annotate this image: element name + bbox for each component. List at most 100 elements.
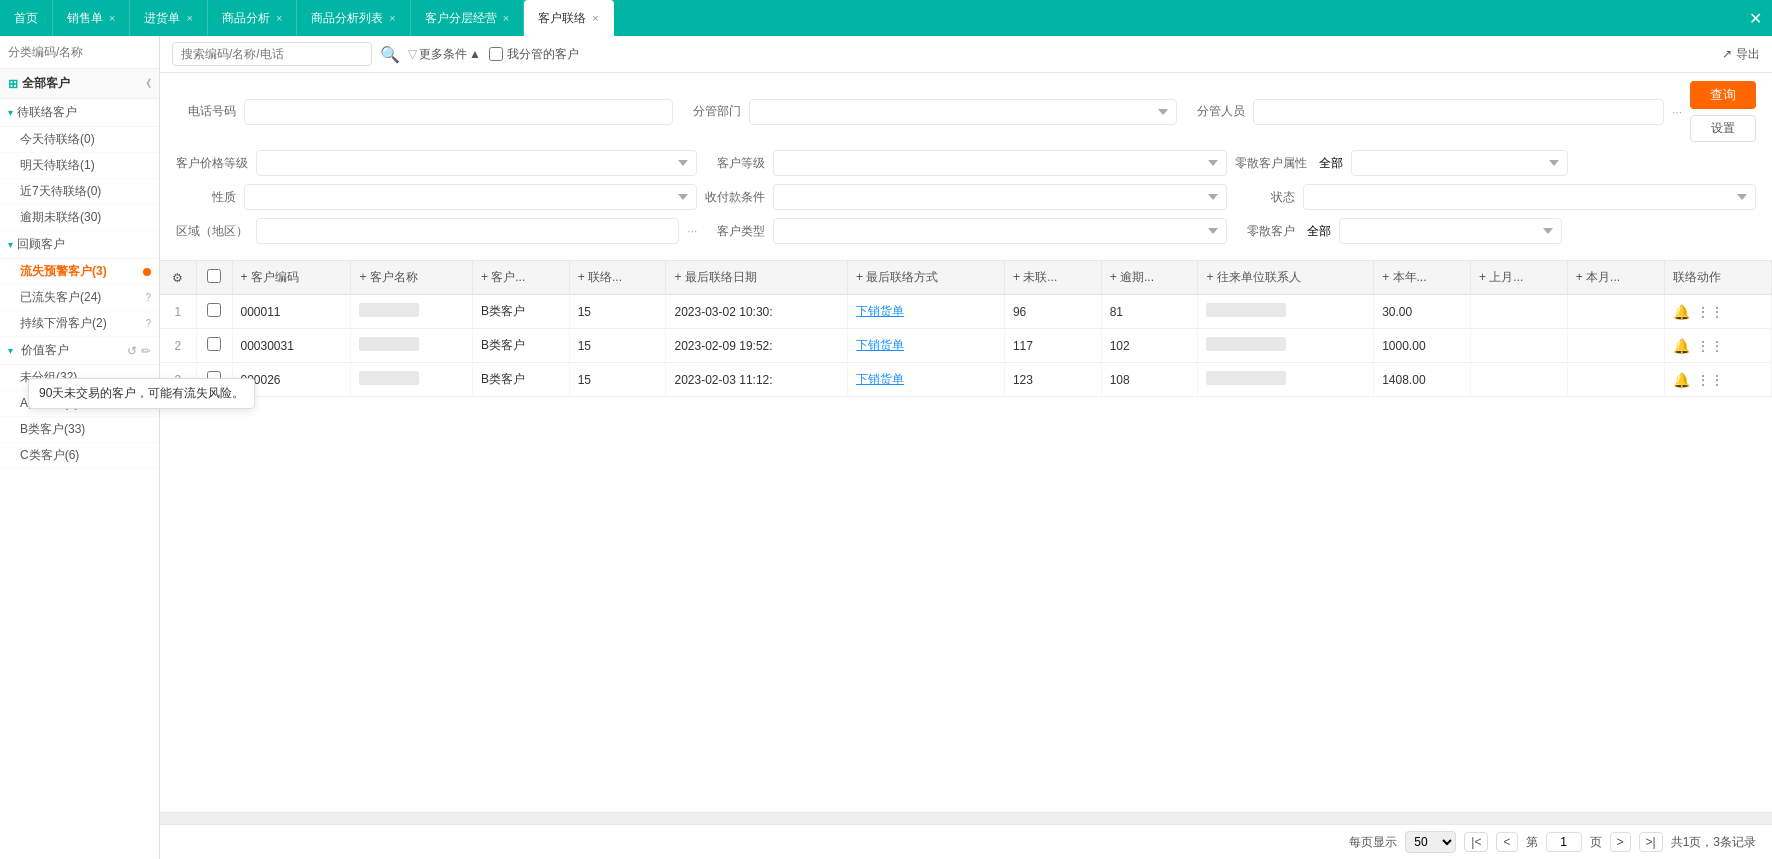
sidebar-item-overdue[interactable]: 逾期未联络(30) (0, 205, 159, 231)
more-action-icon[interactable]: ⋮⋮ (1696, 304, 1724, 320)
contact-action-icon[interactable]: 🔔 (1673, 338, 1690, 354)
search-button[interactable]: 🔍 (380, 45, 400, 64)
group-review-customers[interactable]: ▾ 回顾客户 (0, 231, 159, 259)
more-action-icon[interactable]: ⋮⋮ (1696, 338, 1724, 354)
prev-page-button[interactable]: < (1496, 832, 1517, 852)
col-last-date: + 最后联络日期 (666, 261, 848, 295)
cell-last-month (1470, 329, 1567, 363)
col-no-contact: + 未联... (1004, 261, 1101, 295)
row-checkbox[interactable] (207, 303, 221, 317)
all-customers-header[interactable]: ⊞ 全部客户 《 (0, 69, 159, 99)
price-grade-field: 客户价格等级 (176, 150, 697, 176)
customer-grade-select[interactable] (773, 150, 1226, 176)
tab-customer-tier-close[interactable]: × (503, 12, 509, 24)
contact-action-icon[interactable]: 🔔 (1673, 372, 1690, 388)
export-icon: ↗ (1722, 47, 1732, 61)
cell-name (351, 329, 473, 363)
sidebar-item-declining[interactable]: 持续下滑客户(2) ? (0, 311, 159, 337)
filter-toolbar: 🔍 ▽ 更多条件 ▲ 我分管的客户 ↗ 导出 (160, 36, 1772, 73)
scrollbar-inner (160, 813, 1772, 821)
tab-sales-close[interactable]: × (109, 12, 115, 24)
arrow-down-icon3: ▾ (8, 345, 13, 356)
tab-customer-contact[interactable]: 客户联络 × (524, 0, 613, 36)
cell-current-month (1567, 329, 1664, 363)
manager-dots[interactable]: ··· (1672, 105, 1682, 119)
cell-current-year: 30.00 (1374, 295, 1471, 329)
manager-label: 分管人员 (1185, 103, 1245, 120)
group-pending-contact[interactable]: ▾ 待联络客户 (0, 99, 159, 127)
dept-select[interactable] (749, 99, 1178, 125)
cell-last-method[interactable]: 下销货单 (848, 363, 1005, 397)
tab-customer-contact-close[interactable]: × (592, 12, 598, 24)
tab-home[interactable]: 首页 (0, 0, 53, 36)
tab-customer-tier[interactable]: 客户分层经营 × (411, 0, 524, 36)
tab-sales[interactable]: 销售单 × (53, 0, 130, 36)
cell-checkbox[interactable] (196, 295, 232, 329)
gender-select[interactable] (244, 184, 697, 210)
tab-purchase[interactable]: 进货单 × (130, 0, 207, 36)
edit-icon[interactable]: ✏ (141, 344, 151, 358)
price-grade-select[interactable] (256, 150, 697, 176)
tab-goods-analysis-list[interactable]: 商品分析列表 × (297, 0, 410, 36)
active-dot (143, 268, 151, 276)
sidebar-item-class-b[interactable]: B类客户(33) (0, 417, 159, 443)
contact-action-icon[interactable]: 🔔 (1673, 304, 1690, 320)
cell-last-date: 2023-02-09 19:52: (666, 329, 848, 363)
select-all-checkbox[interactable] (207, 269, 221, 283)
next-page-button[interactable]: > (1610, 832, 1631, 852)
sidebar-item-tomorrow[interactable]: 明天待联络(1) (0, 153, 159, 179)
retail-attr-select[interactable] (1351, 150, 1569, 176)
row-checkbox[interactable] (207, 337, 221, 351)
status-select[interactable] (1303, 184, 1756, 210)
col-checkbox[interactable] (196, 261, 232, 295)
search-input[interactable] (172, 42, 372, 66)
first-page-button[interactable]: |< (1464, 832, 1488, 852)
region-input[interactable] (256, 218, 679, 244)
col-name: + 客户名称 (351, 261, 473, 295)
horizontal-scrollbar[interactable] (160, 812, 1772, 824)
my-customers-checkbox-label[interactable]: 我分管的客户 (489, 46, 579, 63)
sidebar-item-churn-warning[interactable]: 流失预警客户(3) (0, 259, 159, 285)
cell-action: 🔔 ⋮⋮ (1664, 295, 1771, 329)
price-grade-label: 客户价格等级 (176, 155, 248, 172)
last-page-button[interactable]: >| (1639, 832, 1663, 852)
sidebar-item-today[interactable]: 今天待联络(0) (0, 127, 159, 153)
tab-goods-analysis[interactable]: 商品分析 × (208, 0, 297, 36)
payment-select[interactable] (773, 184, 1226, 210)
cell-action: 🔔 ⋮⋮ (1664, 329, 1771, 363)
group-value-customers[interactable]: ▾ 价值客户 ↺ ✏ (0, 337, 159, 365)
sidebar-item-class-c[interactable]: C类客户(6) (0, 443, 159, 469)
sidebar-search-input[interactable] (8, 45, 158, 59)
region-dots[interactable]: ··· (687, 224, 697, 238)
cell-last-method[interactable]: 下销货单 (848, 295, 1005, 329)
retail-customer-select[interactable] (1339, 218, 1563, 244)
cell-checkbox[interactable] (196, 329, 232, 363)
manager-input[interactable] (1253, 99, 1664, 125)
cell-last-method[interactable]: 下销货单 (848, 329, 1005, 363)
region-field: 区域（地区） ··· (176, 218, 697, 244)
col-settings[interactable]: ⚙ (160, 261, 196, 295)
customer-type-select[interactable] (773, 218, 1226, 244)
per-page-label: 每页显示 (1349, 834, 1397, 851)
query-button[interactable]: 查询 (1690, 81, 1756, 109)
cell-current-year: 1000.00 (1374, 329, 1471, 363)
filter-row-2: 客户价格等级 客户等级 零散客户属性 全部 (176, 150, 1756, 176)
tab-purchase-close[interactable]: × (186, 12, 192, 24)
tab-goods-list-close[interactable]: × (389, 12, 395, 24)
more-conditions-button[interactable]: ▽ 更多条件 ▲ (408, 46, 481, 63)
col-last-month: + 上月... (1470, 261, 1567, 295)
phone-input[interactable] (244, 99, 673, 125)
my-customers-checkbox[interactable] (489, 47, 503, 61)
more-action-icon[interactable]: ⋮⋮ (1696, 372, 1724, 388)
sidebar-item-churn[interactable]: 已流失客户(24) ? (0, 285, 159, 311)
setting-button[interactable]: 设置 (1690, 115, 1756, 142)
sidebar-item-7days[interactable]: 近7天待联络(0) (0, 179, 159, 205)
export-button[interactable]: ↗ 导出 (1722, 46, 1760, 63)
window-close-icon[interactable]: ✕ (1749, 9, 1762, 28)
page-size-select[interactable]: 50 20 100 (1405, 831, 1456, 853)
status-field: 状态 (1235, 184, 1756, 210)
cell-current-month (1567, 295, 1664, 329)
refresh-icon[interactable]: ↺ (127, 344, 137, 358)
tab-goods-analysis-close[interactable]: × (276, 12, 282, 24)
page-input[interactable] (1546, 832, 1582, 852)
